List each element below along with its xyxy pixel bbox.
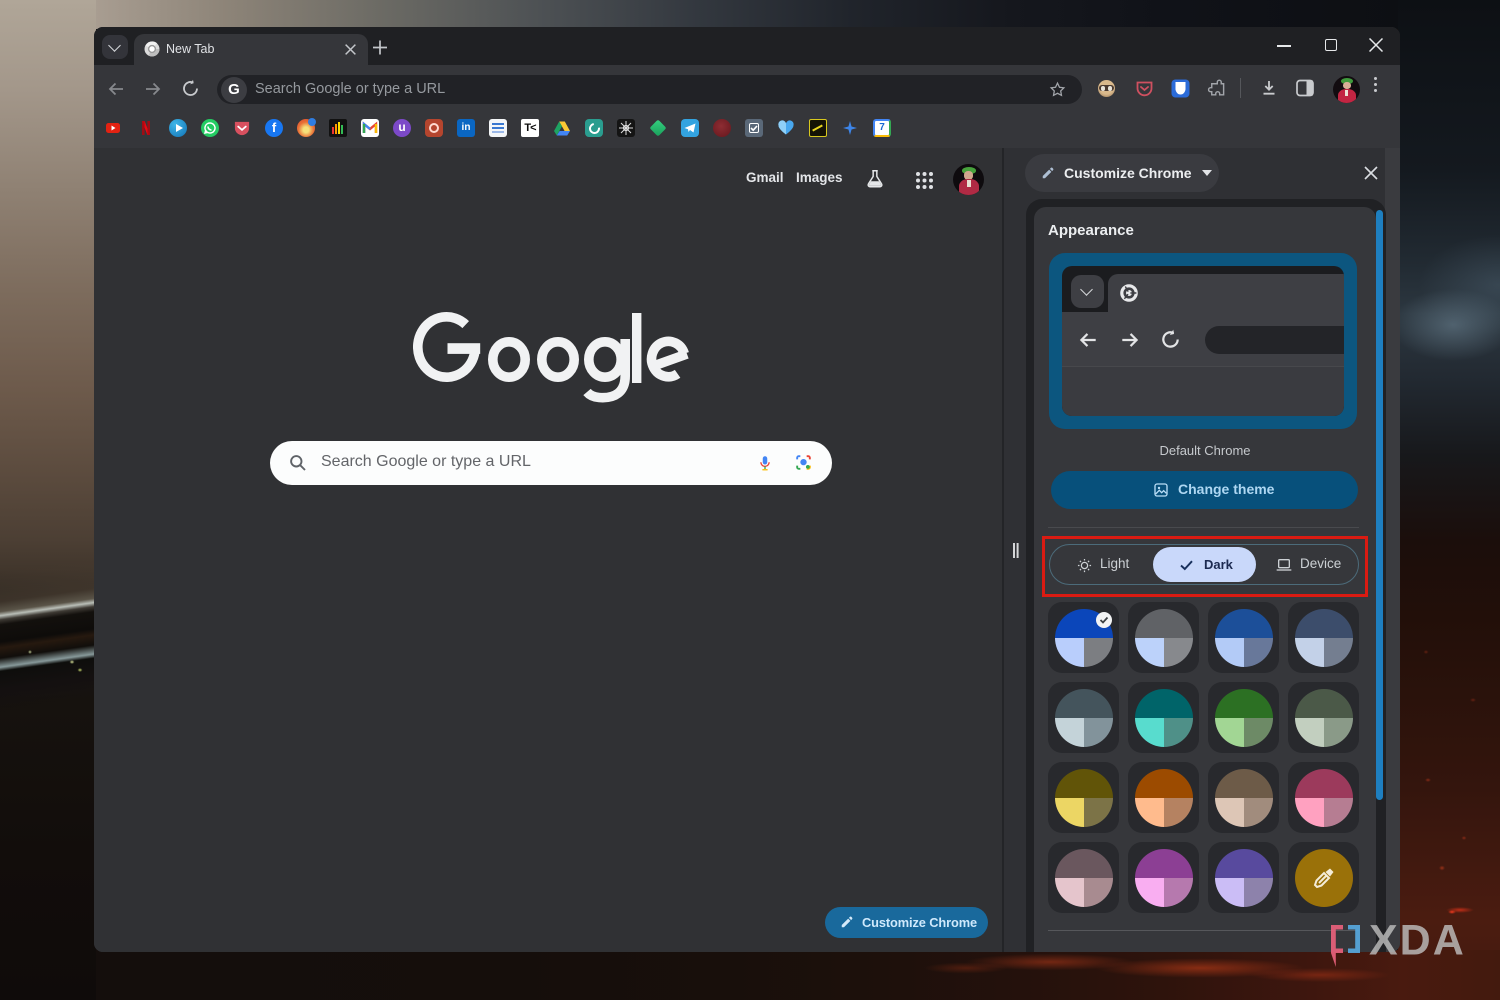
svg-text:XDA: XDA	[1369, 917, 1466, 965]
